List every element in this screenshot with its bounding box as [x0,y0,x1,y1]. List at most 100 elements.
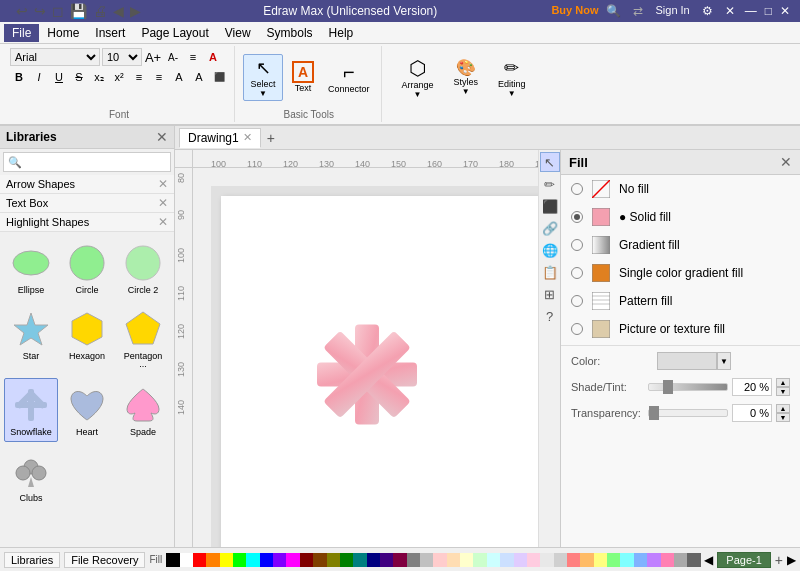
fill-option-pattern[interactable]: Pattern fill [561,287,800,315]
library-item-close-btn[interactable]: ✕ [158,177,168,191]
color-swatch[interactable] [407,553,420,567]
font-dialog-btn[interactable]: ⬛ [210,68,228,86]
side-note-btn[interactable]: 📋 [540,262,560,282]
menu-page-layout[interactable]: Page Layout [133,24,216,42]
library-search-input[interactable] [3,152,171,172]
close-panel-icon[interactable]: ✕ [725,4,735,18]
color-swatch[interactable] [687,553,700,567]
color-swatch[interactable] [180,553,193,567]
menu-file[interactable]: File [4,24,39,42]
font-increase-btn[interactable]: A+ [144,48,162,66]
menu-home[interactable]: Home [39,24,87,42]
sign-in-link[interactable]: Sign In [655,4,689,18]
fill-option-texture[interactable]: Picture or texture fill [561,315,800,343]
select-btn[interactable]: ↖ Select ▼ [243,54,283,101]
color-swatch[interactable] [567,553,580,567]
shape-snowflake[interactable]: Snowflake [4,378,58,442]
side-pen-btn[interactable]: ✏ [540,174,560,194]
page-name-tab[interactable]: Page-1 [717,552,770,568]
fill-option-single-gradient[interactable]: Single color gradient fill [561,259,800,287]
shape-circle2[interactable]: Circle 2 [116,236,170,300]
fill-option-solid[interactable]: ● Solid fill [561,203,800,231]
color-swatch[interactable] [340,553,353,567]
color-swatch[interactable] [487,553,500,567]
minimize-btn[interactable]: — [745,4,757,18]
fill-option-no-fill[interactable]: No fill [561,175,800,203]
connector-btn[interactable]: ⌐ Connector [323,58,375,97]
side-pointer-btn[interactable]: ↖ [540,152,560,172]
color-swatch[interactable] [353,553,366,567]
color-swatch[interactable] [594,553,607,567]
shade-tint-up-btn[interactable]: ▲ [776,378,790,387]
side-globe-btn[interactable]: 🌐 [540,240,560,260]
new-tab-btn[interactable]: + [267,130,275,146]
shape-heart[interactable]: Heart [60,378,114,442]
side-help-btn[interactable]: ? [540,306,560,326]
maximize-btn[interactable]: □ [765,4,772,18]
fill-color-dropdown-btn[interactable]: ▼ [717,352,731,370]
library-item-arrow-shapes[interactable]: Arrow Shapes ✕ [0,175,174,194]
text-highlight-btn[interactable]: A [170,68,188,86]
color-swatch[interactable] [193,553,206,567]
save-btn[interactable]: 💾 [68,2,89,20]
color-swatch[interactable] [554,553,567,567]
nav-next-btn[interactable]: ▶ [787,553,796,567]
underline-btn[interactable]: U [50,68,68,86]
color-swatch[interactable] [661,553,674,567]
color-swatch[interactable] [286,553,299,567]
color-swatch[interactable] [220,553,233,567]
shape-hexagon[interactable]: Hexagon [60,302,114,376]
color-swatch[interactable] [433,553,446,567]
fill-color-swatch[interactable] [657,352,717,370]
undo-btn[interactable]: ↩ [14,2,30,20]
color-swatch[interactable] [580,553,593,567]
canvas-scroll-area[interactable] [211,186,538,547]
color-swatch[interactable] [300,553,313,567]
color-swatch[interactable] [367,553,380,567]
align-btn[interactable]: ≡ [184,48,202,66]
side-fill-btn[interactable]: ⬛ [540,196,560,216]
menu-symbols[interactable]: Symbols [259,24,321,42]
redo-btn[interactable]: ↪ [32,2,48,20]
styles-btn[interactable]: 🎨 Styles ▼ [447,55,486,99]
transparency-down-btn[interactable]: ▼ [776,413,790,422]
indent-btn[interactable]: ≡ [150,68,168,86]
color-swatch[interactable] [393,553,406,567]
library-item-close-btn[interactable]: ✕ [158,215,168,229]
text-btn[interactable]: A Text [287,58,319,96]
close-btn[interactable]: ✕ [780,4,790,18]
shade-tint-value[interactable] [732,378,772,396]
font-size-select[interactable]: 10 [102,48,142,66]
settings-icon[interactable]: ⚙ [702,4,713,18]
char-spacing-btn[interactable]: A [190,68,208,86]
menu-help[interactable]: Help [321,24,362,42]
superscript-btn[interactable]: x² [110,68,128,86]
color-swatch[interactable] [607,553,620,567]
add-page-btn[interactable]: + [775,552,783,568]
canvas-snowflake-shape[interactable] [307,314,427,437]
color-swatch[interactable] [166,553,179,567]
fill-option-gradient[interactable]: Gradient fill [561,231,800,259]
color-swatch[interactable] [447,553,460,567]
menu-insert[interactable]: Insert [87,24,133,42]
color-swatch[interactable] [380,553,393,567]
side-expand-btn[interactable]: ⊞ [540,284,560,304]
library-item-text-box[interactable]: Text Box ✕ [0,194,174,213]
color-swatch[interactable] [420,553,433,567]
color-swatch[interactable] [674,553,687,567]
libraries-tab-btn[interactable]: Libraries [4,552,60,568]
color-swatch[interactable] [313,553,326,567]
color-swatch[interactable] [460,553,473,567]
fill-panel-close-btn[interactable]: ✕ [780,154,792,170]
tab-drawing1[interactable]: Drawing1 ✕ [179,128,261,148]
color-swatch[interactable] [246,553,259,567]
arrange-btn[interactable]: ⬡ Arrange ▼ [394,53,440,102]
menu-view[interactable]: View [217,24,259,42]
shade-tint-down-btn[interactable]: ▼ [776,387,790,396]
subscript-btn[interactable]: x₂ [90,68,108,86]
shape-pentagon[interactable]: Pentagon ··· [116,302,170,376]
libraries-close-btn[interactable]: ✕ [156,129,168,145]
color-swatch[interactable] [500,553,513,567]
color-swatch[interactable] [206,553,219,567]
color-swatch[interactable] [260,553,273,567]
